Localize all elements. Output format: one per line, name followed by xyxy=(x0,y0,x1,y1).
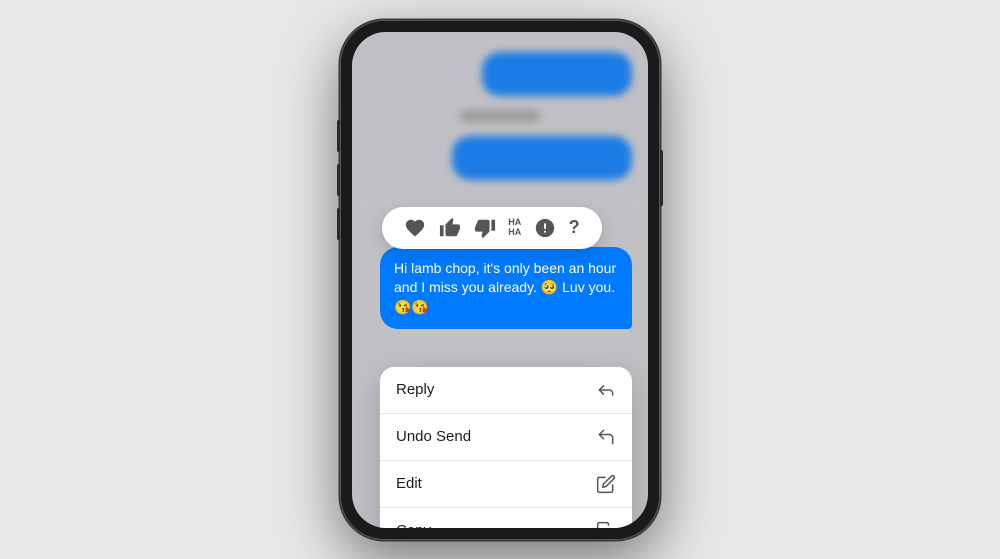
phone-screen: HAHA ? Hi lamb chop, it's only been an h… xyxy=(352,32,648,528)
message-bubble: Hi lamb chop, it's only been an hour and… xyxy=(380,247,632,330)
reaction-exclaim[interactable] xyxy=(534,217,556,239)
menu-label-undo-send: Undo Send xyxy=(396,428,471,445)
reaction-thumbs-up[interactable] xyxy=(439,217,461,239)
menu-item-undo-send[interactable]: Undo Send xyxy=(380,414,632,461)
reaction-heart[interactable] xyxy=(404,217,426,239)
phone-wrapper: HAHA ? Hi lamb chop, it's only been an h… xyxy=(340,20,660,540)
menu-item-copy[interactable]: Copy xyxy=(380,508,632,528)
menu-item-edit[interactable]: Edit xyxy=(380,461,632,508)
reaction-thumbs-down[interactable] xyxy=(474,217,496,239)
reaction-bar: HAHA ? xyxy=(382,207,602,249)
reaction-question[interactable]: ? xyxy=(569,217,580,238)
menu-label-reply: Reply xyxy=(396,381,434,398)
edit-icon xyxy=(596,474,616,494)
reply-icon xyxy=(596,380,616,400)
message-text: Hi lamb chop, it's only been an hour and… xyxy=(394,260,616,315)
context-menu: Reply Undo Send Edit xyxy=(380,367,632,528)
undo-icon xyxy=(596,427,616,447)
reaction-haha[interactable]: HAHA xyxy=(508,218,521,238)
menu-label-copy: Copy xyxy=(396,522,431,528)
menu-label-edit: Edit xyxy=(396,475,422,492)
copy-icon xyxy=(596,521,616,528)
menu-item-reply[interactable]: Reply xyxy=(380,367,632,414)
